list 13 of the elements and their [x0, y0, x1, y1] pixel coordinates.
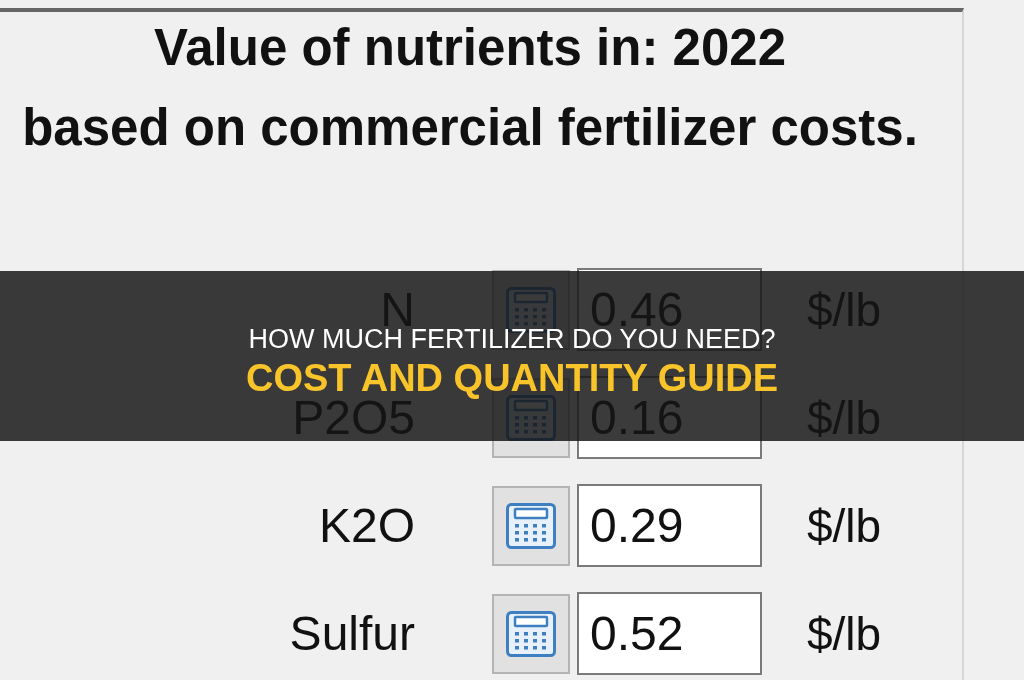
unit-label: $/lb — [807, 606, 882, 661]
nutrient-label: K2O — [318, 508, 415, 543]
dialog-title: Value of nutrients in: 2022 — [153, 18, 787, 78]
calculator-icon — [506, 502, 556, 549]
unit-label: $/lb — [807, 498, 882, 553]
price-field[interactable]: 0.29 — [577, 484, 762, 567]
calculator-button[interactable] — [492, 485, 570, 566]
calculator-button[interactable] — [492, 593, 570, 674]
dialog-subtitle: based on commercial fertilizer costs. — [21, 98, 919, 158]
nutrient-label: Sulfur — [289, 616, 415, 651]
overlay-subheadline: COST AND QUANTITY GUIDE — [246, 357, 778, 400]
calculator-icon — [506, 610, 556, 657]
price-field[interactable]: 0.52 — [577, 592, 762, 675]
